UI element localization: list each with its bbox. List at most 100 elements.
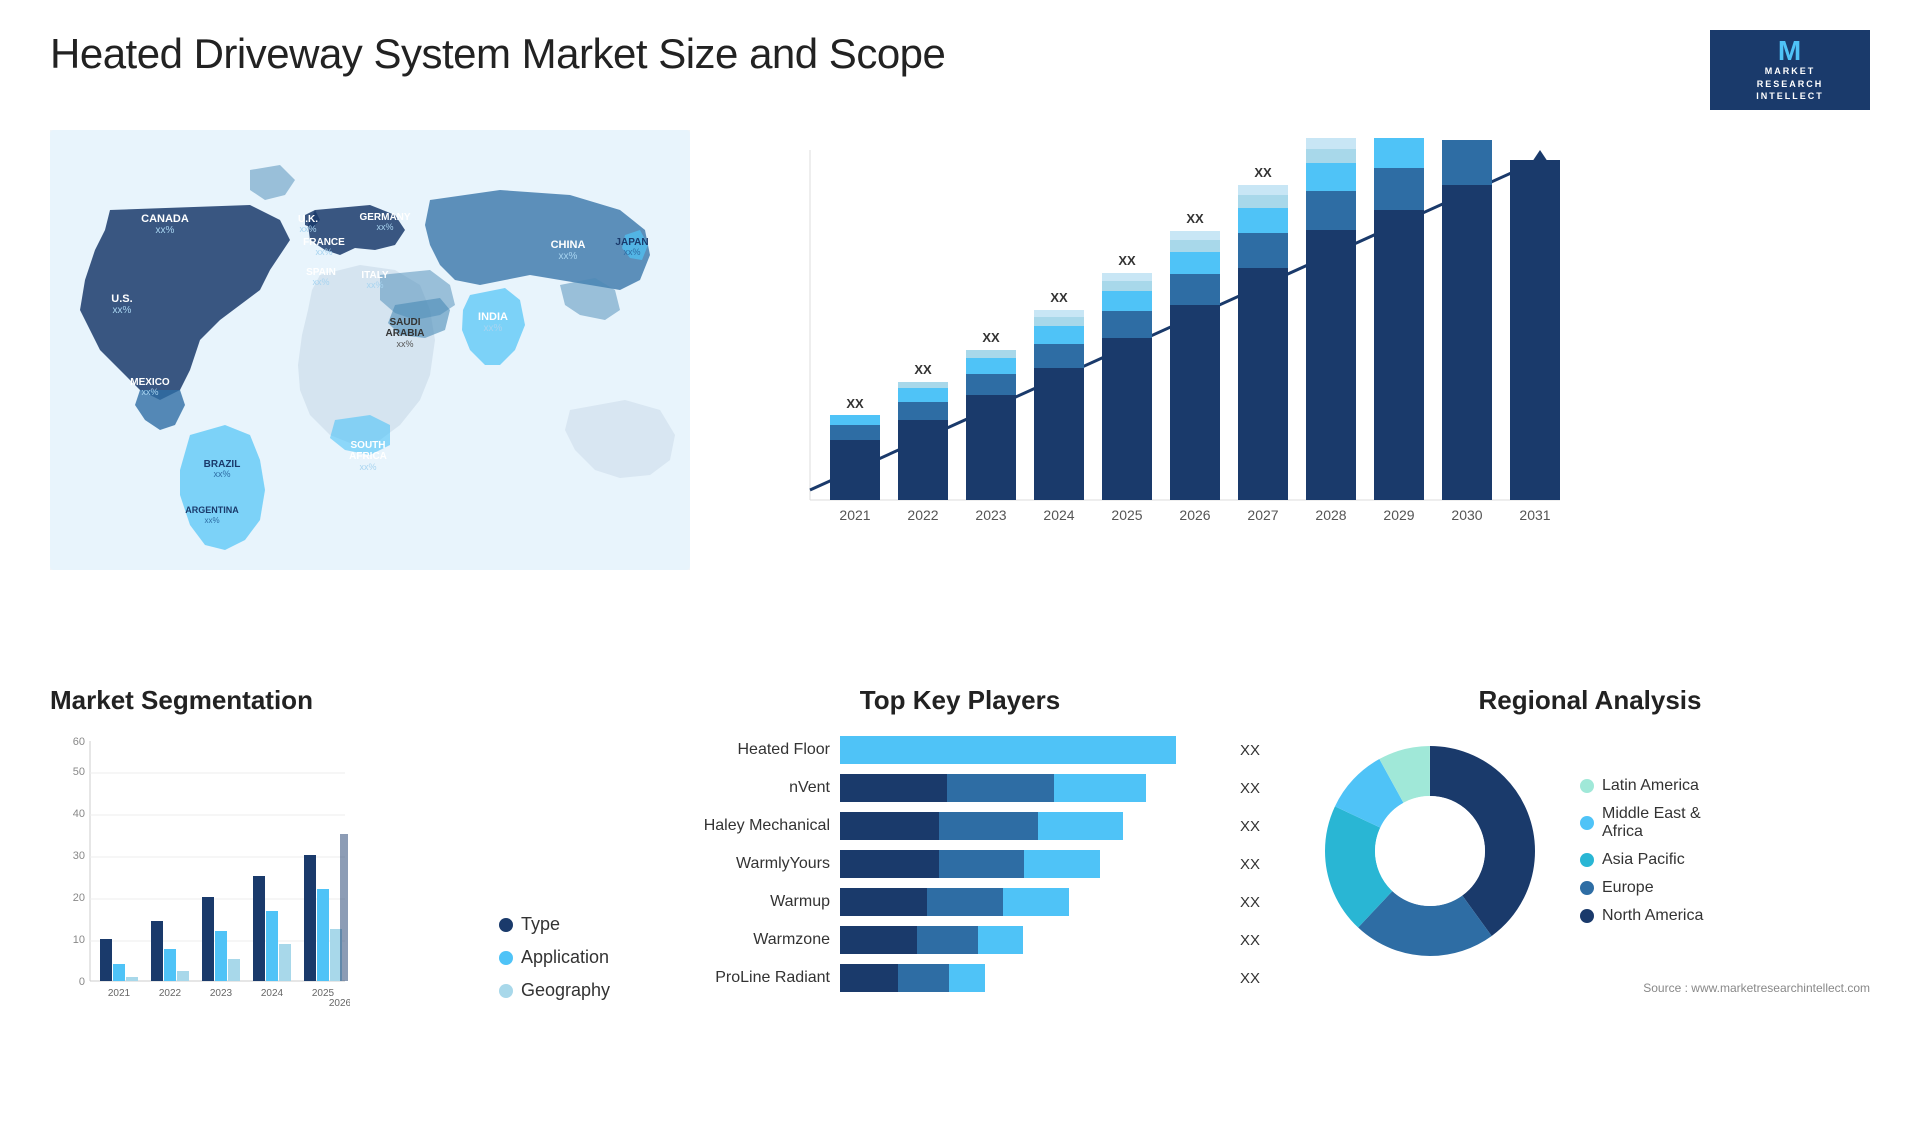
player-name: Haley Mechanical bbox=[650, 817, 830, 835]
dot-europe bbox=[1580, 881, 1594, 895]
svg-text:2023: 2023 bbox=[975, 507, 1006, 523]
player-bar-wrap bbox=[840, 926, 1222, 954]
dot-north-america bbox=[1580, 909, 1594, 923]
player-bar-wrap bbox=[840, 812, 1222, 840]
regional-container: Latin America Middle East &Africa Asia P… bbox=[1310, 731, 1870, 971]
svg-text:xx%: xx% bbox=[396, 339, 413, 349]
svg-text:xx%: xx% bbox=[359, 462, 376, 472]
svg-text:2022: 2022 bbox=[907, 507, 938, 523]
label-north-america: North America bbox=[1602, 907, 1703, 925]
player-name: WarmlyYours bbox=[650, 855, 830, 873]
player-bar-wrap bbox=[840, 850, 1222, 878]
player-bar-wrap bbox=[840, 736, 1222, 764]
regional-title: Regional Analysis bbox=[1310, 685, 1870, 716]
svg-text:XX: XX bbox=[914, 362, 932, 377]
svg-text:CANADA: CANADA bbox=[141, 213, 189, 225]
seg-chart-wrapper: 0 10 20 30 40 50 60 bbox=[50, 731, 610, 1031]
logo: M MARKET RESEARCH INTELLECT bbox=[1710, 30, 1870, 110]
list-item: WarmlyYours XX bbox=[650, 850, 1270, 878]
legend-asia-pacific: Asia Pacific bbox=[1580, 851, 1703, 869]
svg-text:xx%: xx% bbox=[141, 387, 158, 397]
chart-section: 2021 XX 2022 XX 2023 XX bbox=[710, 130, 1870, 590]
svg-text:XX: XX bbox=[1186, 211, 1204, 226]
svg-text:XX: XX bbox=[1322, 130, 1340, 133]
svg-text:xx%: xx% bbox=[315, 247, 332, 257]
player-name: Warmzone bbox=[650, 931, 830, 949]
svg-text:xx%: xx% bbox=[204, 516, 219, 525]
player-name: ProLine Radiant bbox=[650, 969, 830, 987]
legend-middle-east-africa: Middle East &Africa bbox=[1580, 805, 1703, 841]
svg-text:xx%: xx% bbox=[376, 222, 393, 232]
legend-application: Application bbox=[499, 947, 610, 968]
logo-letter: M bbox=[1778, 37, 1802, 65]
player-val: XX bbox=[1240, 894, 1270, 911]
regional-panel: Regional Analysis bbox=[1310, 685, 1870, 995]
players-title: Top Key Players bbox=[650, 685, 1270, 716]
svg-text:XX: XX bbox=[846, 396, 864, 411]
svg-text:2026: 2026 bbox=[329, 998, 350, 1009]
svg-text:INDIA: INDIA bbox=[478, 311, 508, 323]
svg-text:2021: 2021 bbox=[839, 507, 870, 523]
svg-text:ARABIA: ARABIA bbox=[386, 328, 425, 339]
svg-text:30: 30 bbox=[73, 850, 85, 862]
players-list: Heated Floor XX nVent bbox=[650, 736, 1270, 992]
svg-text:2024: 2024 bbox=[1043, 507, 1074, 523]
player-val: XX bbox=[1240, 856, 1270, 873]
world-map: CANADA xx% U.S. xx% MEXICO xx% BRAZIL xx… bbox=[50, 130, 690, 570]
svg-text:50: 50 bbox=[73, 766, 85, 778]
svg-text:xx%: xx% bbox=[213, 469, 230, 479]
svg-text:XX: XX bbox=[1050, 290, 1068, 305]
source-text: Source : www.marketresearchintellect.com bbox=[1310, 981, 1870, 995]
player-bar-wrap bbox=[840, 888, 1222, 916]
regional-legend: Latin America Middle East &Africa Asia P… bbox=[1580, 777, 1703, 925]
player-val: XX bbox=[1240, 780, 1270, 797]
svg-text:SAUDI: SAUDI bbox=[389, 317, 420, 328]
donut-chart bbox=[1310, 731, 1550, 971]
legend-dot-application bbox=[499, 951, 513, 965]
header: Heated Driveway System Market Size and S… bbox=[50, 30, 1870, 110]
legend-dot-geography bbox=[499, 984, 513, 998]
seg-chart: 0 10 20 30 40 50 60 bbox=[50, 731, 469, 1031]
svg-text:2022: 2022 bbox=[159, 988, 182, 999]
svg-text:2025: 2025 bbox=[1111, 507, 1142, 523]
svg-text:2026: 2026 bbox=[1179, 507, 1210, 523]
player-name: Heated Floor bbox=[650, 741, 830, 759]
dot-asia-pacific bbox=[1580, 853, 1594, 867]
donut-svg bbox=[1310, 731, 1550, 971]
growth-chart-svg: 2021 XX 2022 XX 2023 XX bbox=[750, 130, 1570, 560]
svg-text:20: 20 bbox=[73, 892, 85, 904]
svg-text:XX: XX bbox=[1118, 253, 1136, 268]
legend-dot-type bbox=[499, 918, 513, 932]
svg-text:xx%: xx% bbox=[113, 305, 132, 316]
bottom-section: Market Segmentation 0 10 20 30 40 bbox=[50, 685, 1870, 1106]
legend-type: Type bbox=[499, 914, 610, 935]
player-val: XX bbox=[1240, 818, 1270, 835]
seg-legend: Type Application Geography bbox=[499, 914, 610, 1031]
player-val: XX bbox=[1240, 742, 1270, 759]
label-latin-america: Latin America bbox=[1602, 777, 1699, 795]
list-item: Heated Floor XX bbox=[650, 736, 1270, 764]
svg-text:2027: 2027 bbox=[1247, 507, 1278, 523]
label-europe: Europe bbox=[1602, 879, 1654, 897]
list-item: ProLine Radiant XX bbox=[650, 964, 1270, 992]
segmentation-panel: Market Segmentation 0 10 20 30 40 bbox=[50, 685, 610, 1031]
map-section: CANADA xx% U.S. xx% MEXICO xx% BRAZIL xx… bbox=[50, 130, 690, 590]
player-bar-wrap bbox=[840, 774, 1222, 802]
legend-north-america: North America bbox=[1580, 907, 1703, 925]
svg-text:2028: 2028 bbox=[1315, 507, 1346, 523]
svg-text:SOUTH: SOUTH bbox=[351, 440, 386, 451]
svg-text:2031: 2031 bbox=[1519, 507, 1550, 523]
svg-text:xx%: xx% bbox=[366, 280, 383, 290]
svg-text:2030: 2030 bbox=[1451, 507, 1482, 523]
page-wrapper: Heated Driveway System Market Size and S… bbox=[0, 0, 1920, 1146]
svg-text:60: 60 bbox=[73, 736, 85, 748]
svg-text:xx%: xx% bbox=[299, 224, 316, 234]
svg-text:ARGENTINA: ARGENTINA bbox=[185, 505, 239, 515]
page-title: Heated Driveway System Market Size and S… bbox=[50, 30, 945, 78]
player-name: Warmup bbox=[650, 893, 830, 911]
svg-text:xx%: xx% bbox=[559, 251, 578, 262]
legend-geography: Geography bbox=[499, 980, 610, 1001]
list-item: Haley Mechanical XX bbox=[650, 812, 1270, 840]
svg-text:XX: XX bbox=[1254, 165, 1272, 180]
player-bar-wrap bbox=[840, 964, 1222, 992]
